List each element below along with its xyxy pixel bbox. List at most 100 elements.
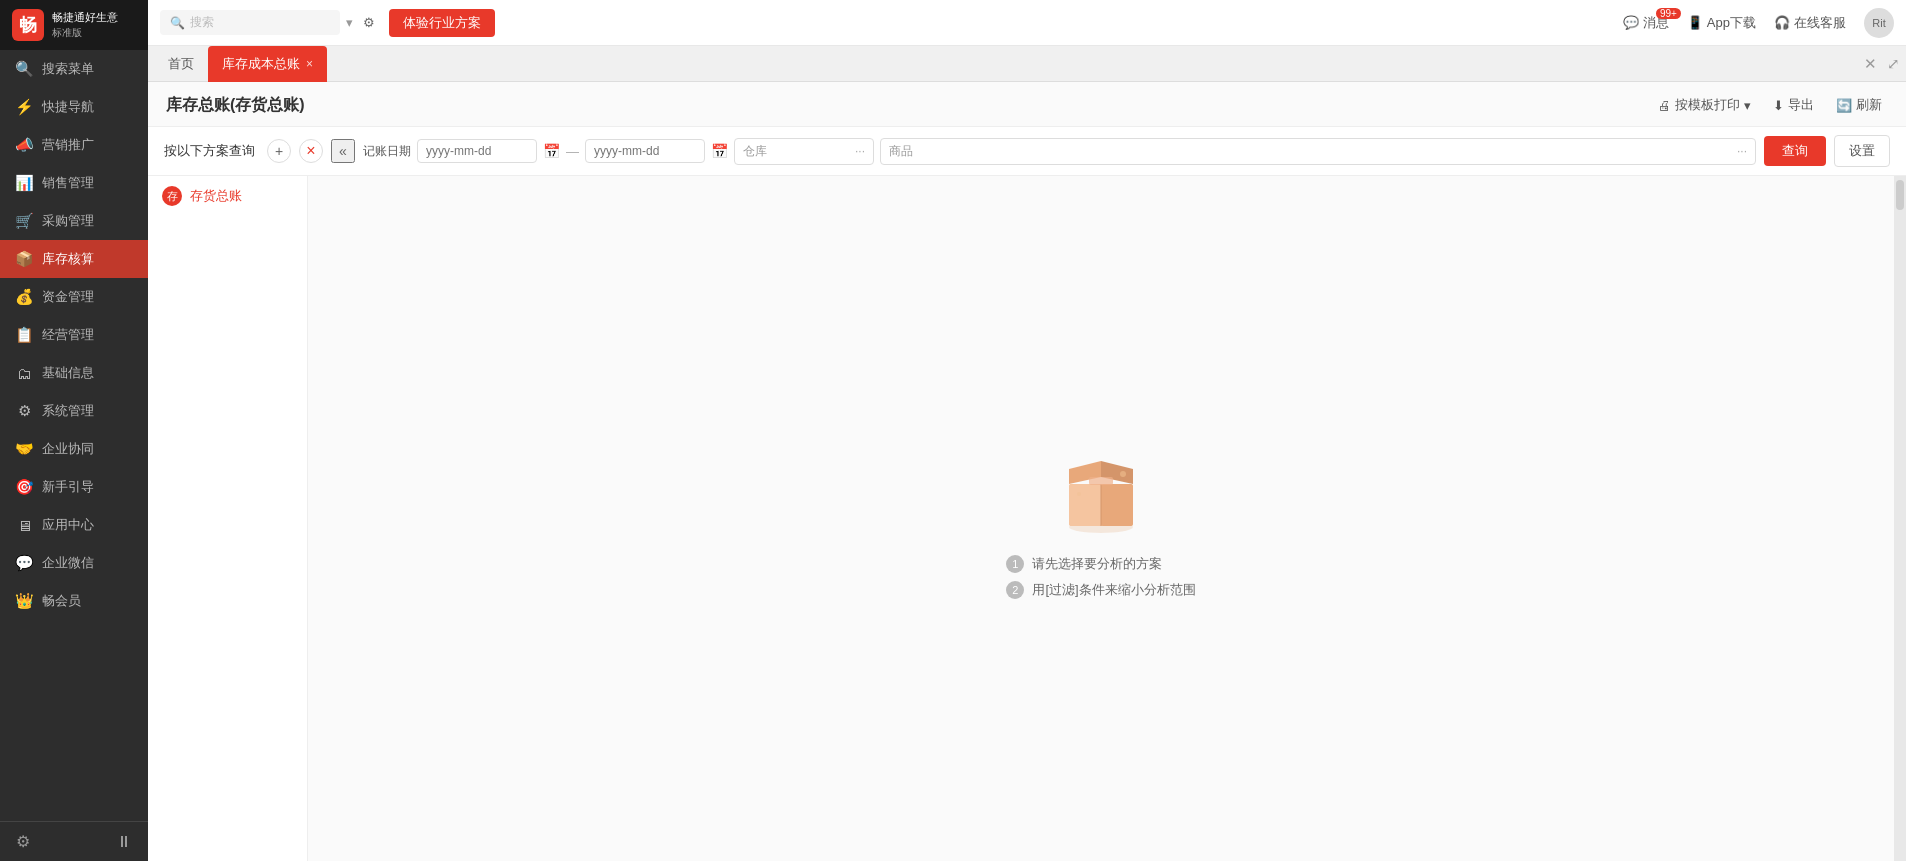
sidebar-item-quicknav[interactable]: ⚡ 快捷导航: [0, 88, 148, 126]
date-end-input[interactable]: [585, 139, 705, 163]
sidebar-label-marketing: 营销推广: [42, 136, 94, 154]
panel-close-btn[interactable]: ✕: [1864, 55, 1877, 73]
query-btn[interactable]: 查询: [1764, 136, 1826, 166]
date-field-label: 记账日期: [363, 143, 411, 160]
date-start-input[interactable]: [417, 139, 537, 163]
refresh-btn[interactable]: 🔄 刷新: [1830, 92, 1888, 118]
app-download-btn[interactable]: 📱 App下载: [1687, 14, 1756, 32]
sidebar-item-operations[interactable]: 📋 经营管理: [0, 316, 148, 354]
date-separator: —: [566, 144, 579, 159]
scheme-panel: 存 存货总账: [148, 176, 308, 861]
app-download-label: App下载: [1707, 14, 1756, 32]
tab-home-label: 首页: [168, 55, 194, 73]
message-btn[interactable]: 💬 消息 99+: [1623, 14, 1669, 32]
main-table-area: 1 请先选择要分析的方案 2 用[过滤]条件来缩小分析范围: [308, 176, 1894, 861]
empty-box-svg: [1051, 439, 1151, 539]
user-name: Rit: [1872, 17, 1885, 29]
sidebar-label-member: 畅会员: [42, 592, 81, 610]
warehouse-filter[interactable]: 仓库 ···: [734, 138, 874, 165]
date-end-calendar-icon[interactable]: 📅: [711, 143, 728, 159]
svg-rect-5: [1101, 484, 1133, 526]
search-box[interactable]: 🔍 搜索: [160, 10, 340, 35]
tab-inventory-ledger[interactable]: 库存成本总账 ×: [208, 46, 327, 82]
page-header-actions: 🖨 按模板打印 ▾ ⬇ 导出 🔄 刷新: [1652, 92, 1888, 118]
search-box-icon: 🔍: [170, 16, 185, 30]
settings-footer-icon[interactable]: ⚙: [16, 832, 30, 851]
sidebar-label-collab: 企业协同: [42, 440, 94, 458]
right-strip-handle[interactable]: [1896, 180, 1904, 210]
sidebar-item-marketing[interactable]: 📣 营销推广: [0, 126, 148, 164]
print-label: 按模板打印: [1675, 96, 1740, 114]
sidebar-label-sales: 销售管理: [42, 174, 94, 192]
filter-clear-btn[interactable]: ×: [299, 139, 323, 163]
tab-home[interactable]: 首页: [154, 46, 208, 82]
tip-text-1: 请先选择要分析的方案: [1032, 555, 1162, 573]
panel-expand-btn[interactable]: ⤢: [1887, 55, 1900, 73]
sidebar-item-sales[interactable]: 📊 销售管理: [0, 164, 148, 202]
scheme-item-inventory-ledger[interactable]: 存 存货总账: [148, 176, 307, 216]
main-area: 🔍 搜索 ▾ ⚙ 体验行业方案 💬 消息 99+ 📱 App下载 🎧 在线客服 …: [148, 0, 1906, 861]
sidebar-item-search[interactable]: 🔍 搜索菜单: [0, 50, 148, 88]
sidebar-label-operations: 经营管理: [42, 326, 94, 344]
purchase-icon: 🛒: [14, 212, 34, 230]
sidebar-menu: 🔍 搜索菜单 ⚡ 快捷导航 📣 营销推广 📊 销售管理 🛒 采购管理 📦 库存核…: [0, 50, 148, 821]
tip-num-1: 1: [1006, 555, 1024, 573]
empty-illustration: [1051, 439, 1151, 539]
basicinfo-icon: 🗂: [14, 365, 34, 382]
sales-icon: 📊: [14, 174, 34, 192]
sidebar-label-purchase: 采购管理: [42, 212, 94, 230]
sidebar-item-guide[interactable]: 🎯 新手引导: [0, 468, 148, 506]
sidebar-item-system[interactable]: ⚙ 系统管理: [0, 392, 148, 430]
sidebar-item-wechat[interactable]: 💬 企业微信: [0, 544, 148, 582]
sidebar-item-funds[interactable]: 💰 资金管理: [0, 278, 148, 316]
svg-point-8: [1120, 471, 1126, 477]
sidebar-item-basicinfo[interactable]: 🗂 基础信息: [0, 354, 148, 392]
content-area: 存 存货总账: [148, 176, 1906, 861]
settings-btn[interactable]: 设置: [1834, 135, 1890, 167]
industry-btn[interactable]: 体验行业方案: [389, 9, 495, 37]
funds-icon: 💰: [14, 288, 34, 306]
panel-close-area: ✕ ⤢: [1864, 55, 1900, 73]
tab-close-icon[interactable]: ×: [306, 57, 313, 71]
print-btn[interactable]: 🖨 按模板打印 ▾: [1652, 92, 1757, 118]
topbar: 🔍 搜索 ▾ ⚙ 体验行业方案 💬 消息 99+ 📱 App下载 🎧 在线客服 …: [148, 0, 1906, 46]
sidebar-item-purchase[interactable]: 🛒 采购管理: [0, 202, 148, 240]
online-service-btn[interactable]: 🎧 在线客服: [1774, 14, 1846, 32]
sidebar-label-funds: 资金管理: [42, 288, 94, 306]
online-service-icon: 🎧: [1774, 15, 1790, 30]
user-avatar[interactable]: Rit: [1864, 8, 1894, 38]
app-sub: 标准版: [52, 26, 118, 40]
search-chevron-icon[interactable]: ▾: [346, 15, 353, 30]
topbar-gear-icon[interactable]: ⚙: [363, 15, 375, 30]
sidebar-label-wechat: 企业微信: [42, 554, 94, 572]
refresh-label: 刷新: [1856, 96, 1882, 114]
scheme-label-inventory: 存货总账: [190, 187, 242, 205]
tabs-bar: 首页 库存成本总账 × ✕ ⤢: [148, 46, 1906, 82]
export-btn[interactable]: ⬇ 导出: [1767, 92, 1820, 118]
filter-group: 记账日期 📅 — 📅 仓库 ··· 商品 ···: [363, 138, 1756, 165]
sidebar-item-collab[interactable]: 🤝 企业协同: [0, 430, 148, 468]
sound-footer-icon[interactable]: ⏸: [116, 833, 132, 851]
sidebar-item-inventory[interactable]: 📦 库存核算: [0, 240, 148, 278]
empty-tips: 1 请先选择要分析的方案 2 用[过滤]条件来缩小分析范围: [1006, 555, 1195, 599]
apps-icon: 🖥: [14, 517, 34, 534]
export-label: 导出: [1788, 96, 1814, 114]
filter-bar: 按以下方案查询 + × « 记账日期 📅 — 📅 仓库 ··· 商品 ···: [148, 127, 1906, 176]
message-icon: 💬: [1623, 15, 1639, 30]
search-box-placeholder: 搜索: [190, 14, 214, 31]
collab-icon: 🤝: [14, 440, 34, 458]
filter-collapse-btn[interactable]: «: [331, 139, 355, 163]
warehouse-more-icon: ···: [855, 144, 865, 158]
logo-icon: 畅: [12, 9, 44, 41]
system-icon: ⚙: [14, 402, 34, 420]
sidebar-item-member[interactable]: 👑 畅会员: [0, 582, 148, 620]
right-strip: [1894, 176, 1906, 861]
sidebar-label-quicknav: 快捷导航: [42, 98, 94, 116]
sidebar-label-guide: 新手引导: [42, 478, 94, 496]
date-start-calendar-icon[interactable]: 📅: [543, 143, 560, 159]
message-badge: 99+: [1656, 8, 1681, 19]
product-filter[interactable]: 商品 ···: [880, 138, 1756, 165]
filter-add-btn[interactable]: +: [267, 139, 291, 163]
tip-text-2: 用[过滤]条件来缩小分析范围: [1032, 581, 1195, 599]
sidebar-item-apps[interactable]: 🖥 应用中心: [0, 506, 148, 544]
